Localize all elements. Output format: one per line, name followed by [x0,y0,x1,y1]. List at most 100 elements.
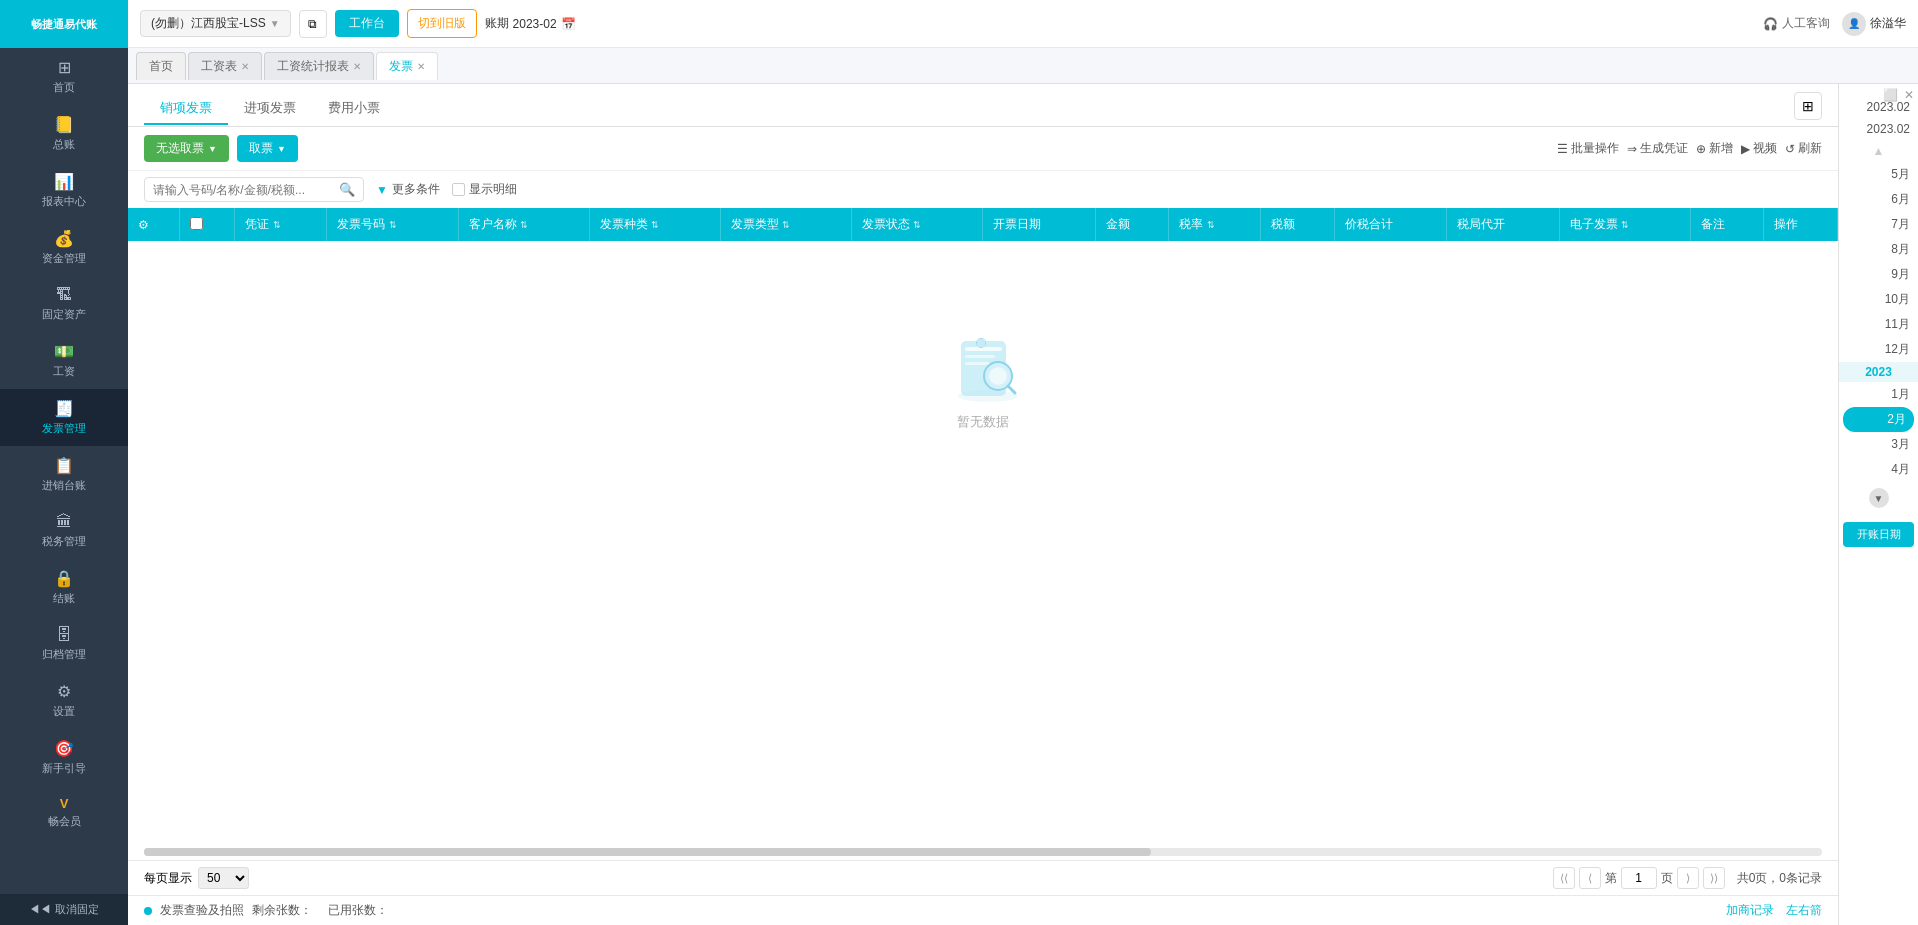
sidebar-item-member[interactable]: V 畅会员 [0,786,128,839]
sidebar-item-salary[interactable]: 💵 工资 [0,332,128,389]
subtab-purchase[interactable]: 进项发票 [228,93,312,125]
new-button[interactable]: ⊕ 新增 [1696,140,1733,157]
col-e-invoice[interactable]: 电子发票 ⇅ [1559,208,1690,241]
page-number-input[interactable] [1621,867,1657,889]
sidebar-item-settings[interactable]: ⚙ 设置 [0,672,128,729]
sidebar-item-archive[interactable]: 🗄 归档管理 [0,616,128,672]
col-voucher[interactable]: 凭证 ⇅ [235,208,327,241]
tab-salary-stats[interactable]: 工资统计报表 ✕ [264,52,374,80]
date-9[interactable]: 9月 [1839,262,1918,287]
invoice-mgmt-icon: 🧾 [54,399,74,418]
date-2023-02-second[interactable]: 2023.02 [1839,118,1918,140]
maximize-icon[interactable]: ⬜ [1883,88,1898,102]
prev-page-button[interactable]: ⟨ [1579,867,1601,889]
open-period-button[interactable]: 开账日期 [1843,522,1914,547]
date-6[interactable]: 6月 [1839,187,1918,212]
used-label: 已用张数： [328,902,388,919]
col-checkbox[interactable] [179,208,235,241]
sidebar-item-fixed-assets[interactable]: 🏗 固定资产 [0,276,128,332]
scroll-up-icon[interactable]: ▲ [1839,140,1918,162]
date-1[interactable]: 1月 [1839,382,1918,407]
sidebar-item-reports[interactable]: 📊 报表中心 [0,162,128,219]
col-action[interactable]: 操作 [1764,208,1838,241]
col-settings[interactable]: ⚙ [128,208,179,241]
sidebar-item-ledger[interactable]: 📒 总账 [0,105,128,162]
filter-icon: ▼ [376,183,388,197]
sidebar-item-sales-ledger[interactable]: 📋 进销台账 [0,446,128,503]
subtab-sales[interactable]: 销项发票 [144,93,228,125]
date-12[interactable]: 12月 [1839,337,1918,362]
date-11[interactable]: 11月 [1839,312,1918,337]
date-5[interactable]: 5月 [1839,162,1918,187]
col-tax-amount-total[interactable]: 价税合计 [1334,208,1447,241]
bottom-links: 加商记录 左右箭 [1726,902,1822,919]
batch-ops-button[interactable]: ☰ 批量操作 [1557,140,1619,157]
sidebar-item-close[interactable]: 🔒 结账 [0,559,128,616]
year-2023-header: 2023 [1839,362,1918,382]
col-invoice-status[interactable]: 发票状态 ⇅ [851,208,982,241]
col-open-date[interactable]: 开票日期 [983,208,1096,241]
last-page-button[interactable]: ⟩⟩ [1703,867,1725,889]
col-remark[interactable]: 备注 [1690,208,1763,241]
date-2-active[interactable]: 2月 [1843,407,1914,432]
show-detail-checkbox[interactable] [452,183,465,196]
scroll-down-icon[interactable]: ▼ [1839,482,1918,514]
salary-stats-tab-close[interactable]: ✕ [353,61,361,72]
col-invoice-type[interactable]: 发票种类 ⇅ [589,208,720,241]
date-10[interactable]: 10月 [1839,287,1918,312]
scroll-down-circle[interactable]: ▼ [1869,488,1889,508]
user-menu[interactable]: 👤 徐溢华 [1842,12,1906,36]
copy-icon-btn[interactable]: ⧉ [299,10,327,38]
show-detail-checkbox-label[interactable]: 显示明细 [452,181,517,198]
salary-tab-close[interactable]: ✕ [241,61,249,72]
select-all-checkbox[interactable] [190,217,203,230]
more-conditions-button[interactable]: ▼ 更多条件 [376,181,440,198]
top-up-link[interactable]: 加商记录 [1726,902,1774,919]
first-page-button[interactable]: ⟨⟨ [1553,867,1575,889]
col-tax-bureau[interactable]: 税局代开 [1447,208,1560,241]
horizontal-scrollbar[interactable] [128,844,1838,860]
tab-salary[interactable]: 工资表 ✕ [188,52,262,80]
sidebar-item-label: 新手引导 [42,761,86,776]
switch-old-button[interactable]: 切到旧版 [407,9,477,38]
subtab-expense[interactable]: 费用小票 [312,93,396,125]
col-customer[interactable]: 客户名称 ⇅ [458,208,589,241]
get-ticket-button[interactable]: 取票 ▼ [237,135,298,162]
page-size-select[interactable]: 50 100 [198,867,249,889]
company-selector[interactable]: (勿删）江西股宝-LSS ▼ [140,10,291,37]
refresh-button[interactable]: ↺ 刷新 [1785,140,1822,157]
help-link[interactable]: 左右箭 [1786,902,1822,919]
scrollbar-thumb[interactable] [144,848,1151,856]
col-tax[interactable]: 税额 [1261,208,1334,241]
tab-invoice[interactable]: 发票 ✕ [376,52,438,80]
unpin-button[interactable]: ◀◀ 取消固定 [0,894,128,925]
no-selection-button[interactable]: 无选取票 ▼ [144,135,229,162]
next-page-button[interactable]: ⟩ [1677,867,1699,889]
col-tax-rate[interactable]: 税率 ⇅ [1169,208,1261,241]
close-panel-icon[interactable]: ✕ [1904,88,1914,102]
invoice-tab-close[interactable]: ✕ [417,61,425,72]
date-3[interactable]: 3月 [1839,432,1918,457]
workbench-button[interactable]: 工作台 [335,10,399,37]
tab-home[interactable]: 首页 [136,52,186,80]
grid-view-icon-btn[interactable]: ⊞ [1794,92,1822,120]
member-icon: V [60,796,69,811]
search-input[interactable] [153,183,335,197]
sidebar-item-invoice-mgmt[interactable]: 🧾 发票管理 [0,389,128,446]
date-4[interactable]: 4月 [1839,457,1918,482]
search-icon[interactable]: 🔍 [339,182,355,197]
col-invoice-category[interactable]: 发票类型 ⇅ [720,208,851,241]
service-button[interactable]: 🎧 人工客询 [1763,15,1830,32]
col-amount[interactable]: 金额 [1095,208,1168,241]
col-invoice-no[interactable]: 发票号码 ⇅ [327,208,458,241]
sidebar-item-guide[interactable]: 🎯 新手引导 [0,729,128,786]
date-7[interactable]: 7月 [1839,212,1918,237]
generate-voucher-button[interactable]: ⇒ 生成凭证 [1627,140,1688,157]
sidebar-item-home[interactable]: ⊞ 首页 [0,48,128,105]
guide-icon: 🎯 [54,739,74,758]
date-8[interactable]: 8月 [1839,237,1918,262]
sidebar-item-tax[interactable]: 🏛 税务管理 [0,503,128,559]
sidebar-item-funds[interactable]: 💰 资金管理 [0,219,128,276]
calendar-icon: 📅 [561,17,576,31]
video-button[interactable]: ▶ 视频 [1741,140,1777,157]
